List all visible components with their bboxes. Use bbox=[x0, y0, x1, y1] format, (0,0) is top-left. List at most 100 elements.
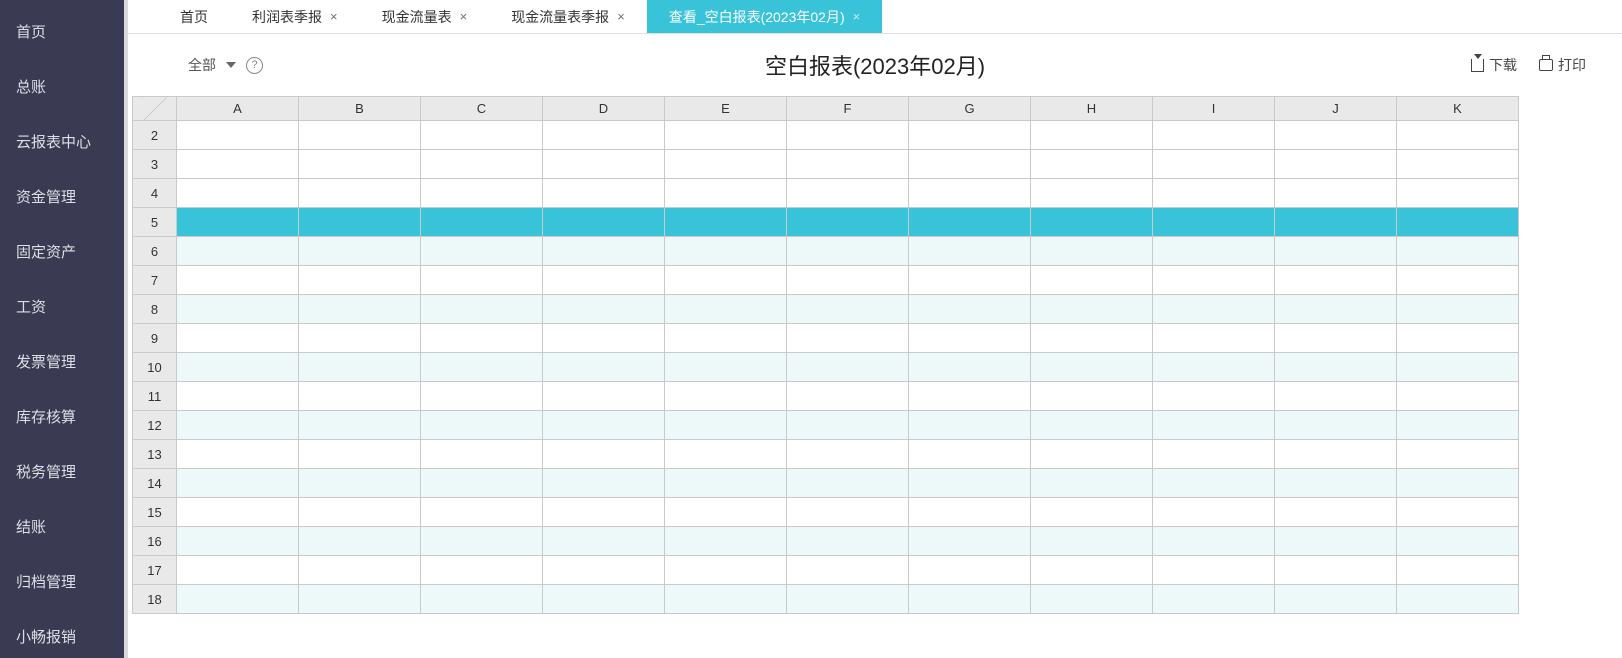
cell-I14[interactable] bbox=[1153, 469, 1275, 498]
cell-G4[interactable] bbox=[909, 179, 1031, 208]
cell-C9[interactable] bbox=[421, 324, 543, 353]
cell-D11[interactable] bbox=[543, 382, 665, 411]
cell-H12[interactable] bbox=[1031, 411, 1153, 440]
cell-I9[interactable] bbox=[1153, 324, 1275, 353]
cell-K2[interactable] bbox=[1397, 121, 1519, 150]
cell-I10[interactable] bbox=[1153, 353, 1275, 382]
cell-C3[interactable] bbox=[421, 150, 543, 179]
cell-I7[interactable] bbox=[1153, 266, 1275, 295]
cell-J11[interactable] bbox=[1275, 382, 1397, 411]
cell-G8[interactable] bbox=[909, 295, 1031, 324]
column-header-D[interactable]: D bbox=[543, 97, 665, 121]
cell-B15[interactable] bbox=[299, 498, 421, 527]
cell-I12[interactable] bbox=[1153, 411, 1275, 440]
tab-2[interactable]: 现金流量表× bbox=[360, 0, 490, 33]
row-header-4[interactable]: 4 bbox=[133, 179, 177, 208]
cell-C13[interactable] bbox=[421, 440, 543, 469]
row-header-13[interactable]: 13 bbox=[133, 440, 177, 469]
select-all-corner[interactable] bbox=[133, 97, 177, 121]
cell-B2[interactable] bbox=[299, 121, 421, 150]
cell-G18[interactable] bbox=[909, 585, 1031, 614]
cell-K12[interactable] bbox=[1397, 411, 1519, 440]
cell-I11[interactable] bbox=[1153, 382, 1275, 411]
cell-K3[interactable] bbox=[1397, 150, 1519, 179]
cell-F7[interactable] bbox=[787, 266, 909, 295]
cell-F4[interactable] bbox=[787, 179, 909, 208]
cell-J12[interactable] bbox=[1275, 411, 1397, 440]
cell-A7[interactable] bbox=[177, 266, 299, 295]
cell-J6[interactable] bbox=[1275, 237, 1397, 266]
row-header-15[interactable]: 15 bbox=[133, 498, 177, 527]
cell-B8[interactable] bbox=[299, 295, 421, 324]
cell-B11[interactable] bbox=[299, 382, 421, 411]
cell-J7[interactable] bbox=[1275, 266, 1397, 295]
cell-F5[interactable] bbox=[787, 208, 909, 237]
cell-F12[interactable] bbox=[787, 411, 909, 440]
cell-I6[interactable] bbox=[1153, 237, 1275, 266]
row-header-14[interactable]: 14 bbox=[133, 469, 177, 498]
cell-B4[interactable] bbox=[299, 179, 421, 208]
cell-D8[interactable] bbox=[543, 295, 665, 324]
cell-D16[interactable] bbox=[543, 527, 665, 556]
cell-E15[interactable] bbox=[665, 498, 787, 527]
row-header-16[interactable]: 16 bbox=[133, 527, 177, 556]
sidebar-item-5[interactable]: 工资 bbox=[0, 279, 124, 334]
sidebar-item-3[interactable]: 资金管理 bbox=[0, 169, 124, 224]
cell-K14[interactable] bbox=[1397, 469, 1519, 498]
cell-G7[interactable] bbox=[909, 266, 1031, 295]
cell-A4[interactable] bbox=[177, 179, 299, 208]
cell-I16[interactable] bbox=[1153, 527, 1275, 556]
cell-A6[interactable] bbox=[177, 237, 299, 266]
close-icon[interactable]: × bbox=[330, 9, 338, 24]
column-header-B[interactable]: B bbox=[299, 97, 421, 121]
cell-J5[interactable] bbox=[1275, 208, 1397, 237]
cell-A9[interactable] bbox=[177, 324, 299, 353]
column-header-F[interactable]: F bbox=[787, 97, 909, 121]
cell-J17[interactable] bbox=[1275, 556, 1397, 585]
cell-E12[interactable] bbox=[665, 411, 787, 440]
cell-E3[interactable] bbox=[665, 150, 787, 179]
cell-H7[interactable] bbox=[1031, 266, 1153, 295]
cell-H16[interactable] bbox=[1031, 527, 1153, 556]
cell-J9[interactable] bbox=[1275, 324, 1397, 353]
cell-A16[interactable] bbox=[177, 527, 299, 556]
cell-H8[interactable] bbox=[1031, 295, 1153, 324]
download-button[interactable]: 下载 bbox=[1471, 55, 1517, 75]
cell-B5[interactable] bbox=[299, 208, 421, 237]
cell-J10[interactable] bbox=[1275, 353, 1397, 382]
cell-F16[interactable] bbox=[787, 527, 909, 556]
cell-K10[interactable] bbox=[1397, 353, 1519, 382]
tab-1[interactable]: 利润表季报× bbox=[230, 0, 360, 33]
cell-C18[interactable] bbox=[421, 585, 543, 614]
cell-B9[interactable] bbox=[299, 324, 421, 353]
cell-D4[interactable] bbox=[543, 179, 665, 208]
cell-H11[interactable] bbox=[1031, 382, 1153, 411]
cell-E2[interactable] bbox=[665, 121, 787, 150]
cell-A8[interactable] bbox=[177, 295, 299, 324]
tab-4[interactable]: 查看_空白报表(2023年02月)× bbox=[647, 0, 882, 33]
row-header-9[interactable]: 9 bbox=[133, 324, 177, 353]
cell-F11[interactable] bbox=[787, 382, 909, 411]
row-header-5[interactable]: 5 bbox=[133, 208, 177, 237]
cell-A2[interactable] bbox=[177, 121, 299, 150]
cell-B10[interactable] bbox=[299, 353, 421, 382]
cell-H18[interactable] bbox=[1031, 585, 1153, 614]
cell-A18[interactable] bbox=[177, 585, 299, 614]
cell-D9[interactable] bbox=[543, 324, 665, 353]
column-header-C[interactable]: C bbox=[421, 97, 543, 121]
cell-E4[interactable] bbox=[665, 179, 787, 208]
cell-K5[interactable] bbox=[1397, 208, 1519, 237]
cell-H9[interactable] bbox=[1031, 324, 1153, 353]
cell-D18[interactable] bbox=[543, 585, 665, 614]
cell-B18[interactable] bbox=[299, 585, 421, 614]
cell-G9[interactable] bbox=[909, 324, 1031, 353]
cell-E18[interactable] bbox=[665, 585, 787, 614]
cell-K11[interactable] bbox=[1397, 382, 1519, 411]
sidebar-item-2[interactable]: 云报表中心 bbox=[0, 114, 124, 169]
row-header-11[interactable]: 11 bbox=[133, 382, 177, 411]
column-header-H[interactable]: H bbox=[1031, 97, 1153, 121]
cell-D13[interactable] bbox=[543, 440, 665, 469]
cell-A17[interactable] bbox=[177, 556, 299, 585]
cell-A14[interactable] bbox=[177, 469, 299, 498]
cell-A13[interactable] bbox=[177, 440, 299, 469]
